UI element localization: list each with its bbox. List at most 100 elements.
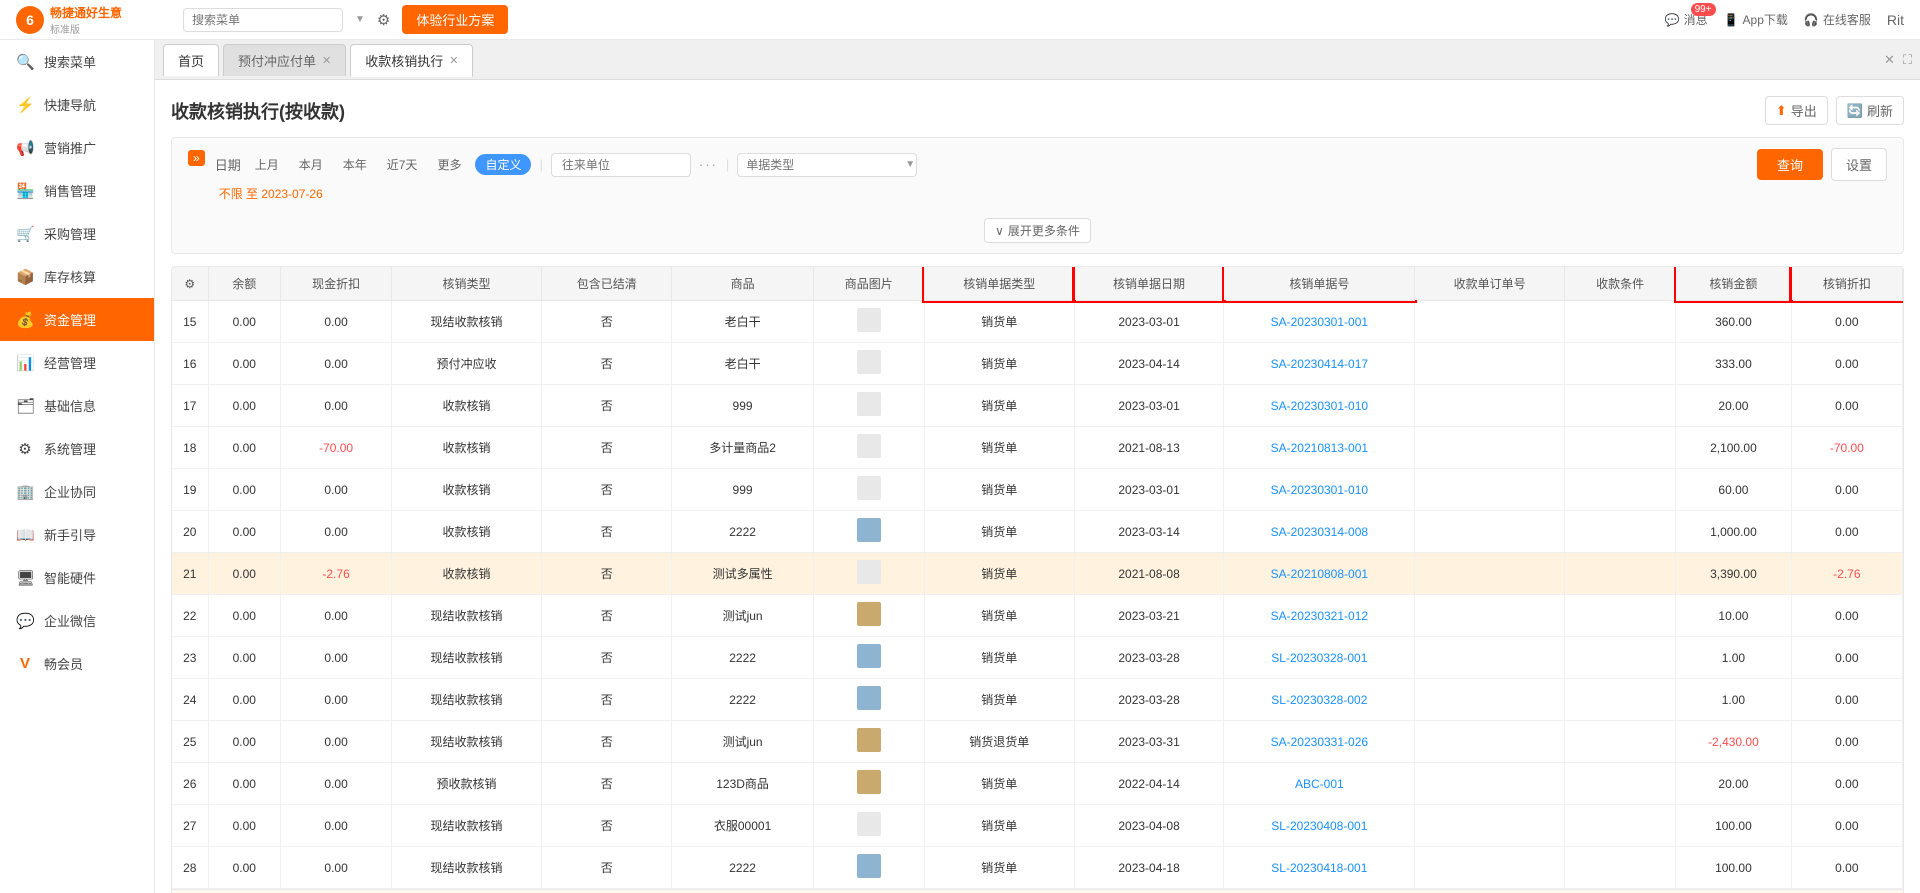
- app-download[interactable]: 📱 App下载: [1724, 11, 1788, 28]
- row-no: 24: [172, 679, 208, 721]
- search-input[interactable]: [183, 8, 343, 32]
- query-button[interactable]: 查询: [1757, 149, 1823, 180]
- row-type: 收款核销: [392, 385, 542, 427]
- gear-icon[interactable]: ⚙: [377, 11, 390, 29]
- content-area: 首页 预付冲应付单 ✕ 收款核销执行 ✕ ✕ ⛶ 收款核销执行(按收款): [155, 40, 1920, 893]
- sidebar-item-marketing[interactable]: 📢 营销推广: [0, 126, 154, 169]
- cancel-bill-no-link[interactable]: SA-20210808-001: [1271, 567, 1368, 581]
- expand-more-button[interactable]: ∨ 展开更多条件: [984, 218, 1091, 243]
- row-goods: 多计量商品2: [672, 427, 813, 469]
- expand-collapse-icon[interactable]: »: [188, 150, 205, 166]
- tab-prepay-close-icon[interactable]: ✕: [322, 54, 331, 67]
- table-row: 28 0.00 0.00 现结收款核销 否 2222 销货单 2023-04-1…: [172, 847, 1903, 889]
- industry-btn[interactable]: 体验行业方案: [402, 5, 508, 34]
- tab-collection[interactable]: 收款核销执行 ✕: [350, 44, 473, 77]
- row-collection-order-no: [1415, 301, 1565, 343]
- sidebar-item-basic-info[interactable]: 🗂 基础信息: [0, 384, 154, 427]
- row-cancel-bill-date: 2022-04-14: [1074, 763, 1224, 805]
- sidebar-item-quick-nav[interactable]: ⚡ 快捷导航: [0, 83, 154, 126]
- row-cancel-amount: 10.00: [1676, 595, 1792, 637]
- this-month-btn[interactable]: 本月: [293, 154, 329, 175]
- goods-image: [857, 602, 881, 626]
- this-year-btn[interactable]: 本年: [337, 154, 373, 175]
- cancel-bill-no-link[interactable]: ABC-001: [1295, 777, 1344, 791]
- col-settings[interactable]: ⚙: [172, 267, 208, 301]
- row-goods-image: [813, 385, 924, 427]
- custom-btn[interactable]: 自定义: [475, 154, 531, 175]
- row-goods: 999: [672, 385, 813, 427]
- row-cancel-amount: 20.00: [1676, 763, 1792, 805]
- row-cash-discount: 0.00: [281, 595, 392, 637]
- col-goods-image: 商品图片: [813, 267, 924, 301]
- more-btn[interactable]: 更多: [431, 154, 467, 175]
- sidebar-label-member: 畅会员: [44, 654, 83, 673]
- row-balance: 0.00: [208, 805, 281, 847]
- cancel-bill-no-link[interactable]: SA-20210813-001: [1271, 441, 1368, 455]
- cancel-bill-no-link[interactable]: SL-20230418-001: [1271, 861, 1367, 875]
- sidebar-item-system[interactable]: ⚙ 系统管理: [0, 427, 154, 470]
- tab-collection-close-icon[interactable]: ✕: [449, 54, 458, 67]
- sidebar-item-sales[interactable]: 🏪 销售管理: [0, 169, 154, 212]
- cancel-bill-no-link[interactable]: SA-20230314-008: [1271, 525, 1368, 539]
- settings-button[interactable]: 设置: [1831, 148, 1887, 181]
- app-name: 畅捷通好生意: [50, 4, 122, 21]
- bill-type-input[interactable]: [737, 153, 917, 177]
- tab-prepay[interactable]: 预付冲应付单 ✕: [223, 44, 346, 76]
- sidebar-item-wechat[interactable]: 💬 企业微信: [0, 599, 154, 642]
- export-button[interactable]: ⬆ 导出: [1765, 96, 1828, 125]
- sales-icon: 🏪: [16, 182, 34, 200]
- cancel-bill-no-link[interactable]: SA-20230301-010: [1271, 399, 1368, 413]
- row-goods-image: [813, 679, 924, 721]
- cancel-bill-no-link[interactable]: SL-20230408-001: [1271, 819, 1367, 833]
- row-goods-image: [813, 595, 924, 637]
- cancel-bill-no-link[interactable]: SA-20230301-010: [1271, 483, 1368, 497]
- sidebar-item-search[interactable]: 🔍 搜索菜单: [0, 40, 154, 83]
- row-included: 否: [541, 763, 671, 805]
- purchase-icon: 🛒: [16, 225, 34, 243]
- sidebar-item-finance[interactable]: 💰 资金管理: [0, 298, 154, 341]
- window-close-icon[interactable]: ✕: [1884, 52, 1895, 68]
- online-service[interactable]: 🎧 在线客服: [1804, 11, 1871, 28]
- row-cancel-amount: 1.00: [1676, 637, 1792, 679]
- sidebar-item-enterprise[interactable]: 🏢 企业协同: [0, 470, 154, 513]
- cancel-bill-no-link[interactable]: SA-20230301-001: [1271, 315, 1368, 329]
- cancel-bill-no-link[interactable]: SA-20230331-026: [1271, 735, 1368, 749]
- col-collection-order-no: 收款单订单号: [1415, 267, 1565, 301]
- message-area[interactable]: 💬 消息 99+: [1665, 11, 1708, 28]
- last-month-btn[interactable]: 上月: [249, 154, 285, 175]
- sidebar-item-smart-hardware[interactable]: 🖥 智能硬件: [0, 556, 154, 599]
- sidebar-item-inventory[interactable]: 📦 库存核算: [0, 255, 154, 298]
- row-no: 17: [172, 385, 208, 427]
- sidebar-item-member[interactable]: V 畅会员: [0, 642, 154, 685]
- last-7days-btn[interactable]: 近7天: [381, 154, 424, 175]
- col-cancel-bill-no: 核销单据号: [1224, 267, 1415, 301]
- window-maximize-icon[interactable]: ⛶: [1903, 52, 1912, 68]
- sidebar-item-operations[interactable]: 📊 经营管理: [0, 341, 154, 384]
- row-cancel-amount: 60.00: [1676, 469, 1792, 511]
- row-payment-terms: [1565, 805, 1676, 847]
- col-balance: 余额: [208, 267, 281, 301]
- cancel-bill-no-link[interactable]: SA-20230321-012: [1271, 609, 1368, 623]
- sidebar-item-guide[interactable]: 📖 新手引导: [0, 513, 154, 556]
- row-cancel-bill-date: 2023-03-31: [1074, 721, 1224, 763]
- cancel-bill-no-link[interactable]: SA-20230414-017: [1271, 357, 1368, 371]
- row-cash-discount: 0.00: [281, 469, 392, 511]
- cancel-bill-no-link[interactable]: SL-20230328-002: [1271, 693, 1367, 707]
- cancel-bill-no-link[interactable]: SL-20230328-001: [1271, 651, 1367, 665]
- partner-input[interactable]: [551, 153, 691, 177]
- row-no: 23: [172, 637, 208, 679]
- row-cancel-bill-type: 销货单: [924, 469, 1074, 511]
- date-label: 日期: [215, 155, 241, 174]
- sidebar-label-inventory: 库存核算: [44, 267, 96, 286]
- refresh-button[interactable]: 🔄 刷新: [1836, 96, 1904, 125]
- filter-bar: » 日期 上月 本月 本年 近7天 更多 自定义 |: [171, 137, 1904, 254]
- row-balance: 0.00: [208, 427, 281, 469]
- row-no: 26: [172, 763, 208, 805]
- goods-image: [857, 434, 881, 458]
- table-row: 15 0.00 0.00 现结收款核销 否 老白干 销货单 2023-03-01…: [172, 301, 1903, 343]
- sidebar-item-purchase[interactable]: 🛒 采购管理: [0, 212, 154, 255]
- row-cancel-amount: 360.00: [1676, 301, 1792, 343]
- tab-home[interactable]: 首页: [163, 44, 219, 76]
- table-row: 24 0.00 0.00 现结收款核销 否 2222 销货单 2023-03-2…: [172, 679, 1903, 721]
- table-row: 25 0.00 0.00 现结收款核销 否 测试jun 销货退货单 2023-0…: [172, 721, 1903, 763]
